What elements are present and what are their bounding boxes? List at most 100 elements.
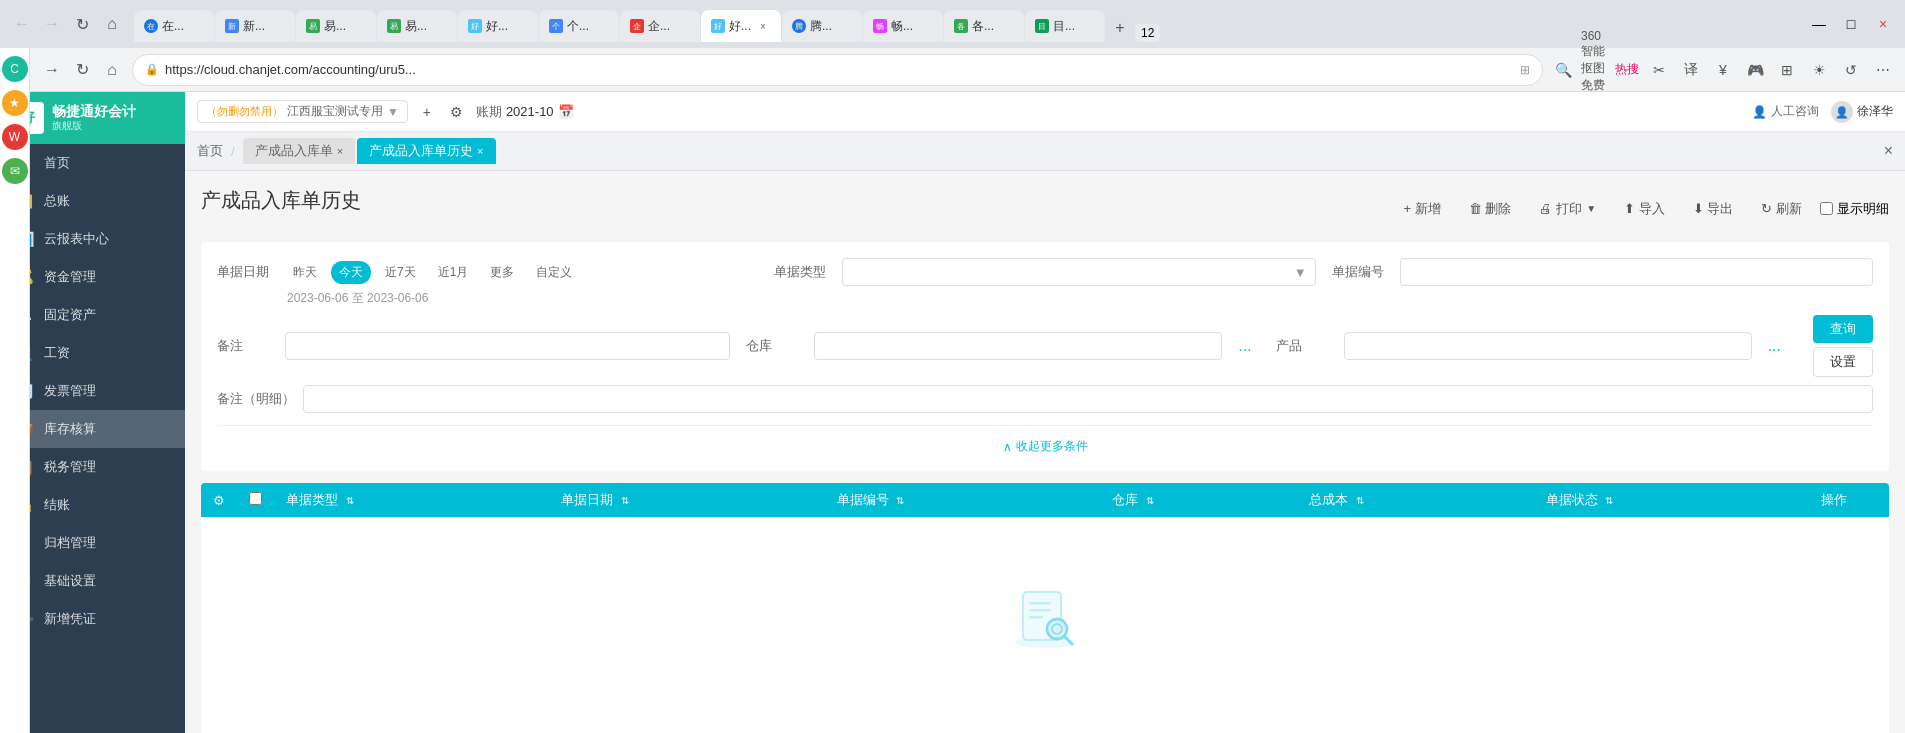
tab-8-close[interactable]: × <box>755 18 771 34</box>
toolbar-refresh[interactable]: ↻ <box>68 56 96 84</box>
header-type[interactable]: 单据类型 ⇅ <box>274 483 549 517</box>
header-date[interactable]: 单据日期 ⇅ <box>549 483 824 517</box>
date-filters: 昨天 今天 近7天 近1月 更多 自定义 <box>285 261 580 284</box>
show-fields-input[interactable] <box>1820 202 1833 215</box>
new-btn[interactable]: + 新增 <box>1393 196 1450 222</box>
window-minimize[interactable]: — <box>1805 10 1833 38</box>
tab-3[interactable]: 易 易... <box>296 10 376 42</box>
tab-10[interactable]: 畅 畅... <box>863 10 943 42</box>
tab-2[interactable]: 新 新... <box>215 10 295 42</box>
grid-icon[interactable]: ⊞ <box>1773 56 1801 84</box>
window-close[interactable]: × <box>1869 10 1897 38</box>
print-btn[interactable]: 🖨 打印 ▼ <box>1529 196 1606 222</box>
tab-9[interactable]: 腾 腾... <box>782 10 862 42</box>
date-sort-icon: ⇅ <box>621 495 629 506</box>
type-dropdown[interactable]: ▼ <box>842 258 1315 286</box>
close-all-btn[interactable]: × <box>1884 142 1893 160</box>
breadcrumb-home[interactable]: 首页 <box>197 142 223 160</box>
window-maximize[interactable]: □ <box>1837 10 1865 38</box>
toolbar-forward[interactable]: → <box>38 56 66 84</box>
reload-button[interactable]: ↻ <box>68 10 96 38</box>
scissors-icon[interactable]: ✂ <box>1645 56 1673 84</box>
empty-cell <box>201 517 1889 733</box>
filter-more[interactable]: 更多 <box>482 261 522 284</box>
company-settings-btn[interactable]: ⚙ <box>446 101 468 123</box>
header-settings[interactable]: ⚙ <box>201 483 237 517</box>
forward-button[interactable]: → <box>38 10 66 38</box>
top-bar-right: 👤 人工咨询 👤 徐泽华 <box>1752 101 1893 123</box>
translate-icon[interactable]: 译 <box>1677 56 1705 84</box>
ext-social-icon[interactable]: W <box>2 124 28 150</box>
header-number[interactable]: 单据编号 ⇅ <box>825 483 1100 517</box>
header-checkbox[interactable] <box>237 483 274 517</box>
search-btn[interactable]: 🔍 <box>1549 56 1577 84</box>
tab-7[interactable]: 企 企... <box>620 10 700 42</box>
logo-sub: 旗舰版 <box>52 119 136 133</box>
query-buttons: 查询 设置 <box>1813 315 1873 377</box>
ext-email-icon[interactable]: ✉ <box>2 158 28 184</box>
product-input[interactable] <box>1344 332 1752 360</box>
number-input[interactable] <box>1400 258 1873 286</box>
hot-search-label[interactable]: 热搜 <box>1613 56 1641 84</box>
search-row-2: 备注 仓库 ... 产品 ... <box>217 315 1873 377</box>
filter-custom[interactable]: 自定义 <box>528 261 580 284</box>
detail-remark-input[interactable] <box>303 385 1873 413</box>
top-bar: （勿删勿禁用） 江西服宝测试专用 ▼ + ⚙ 账期 2021-10 📅 👤 人工… <box>185 92 1905 132</box>
tab-1[interactable]: 在 在... <box>134 10 214 42</box>
add-company-btn[interactable]: + <box>416 101 438 123</box>
import-btn[interactable]: ⬆ 导入 <box>1614 196 1675 222</box>
header-warehouse[interactable]: 仓库 ⇅ <box>1100 483 1297 517</box>
home-button[interactable]: ⌂ <box>98 10 126 38</box>
toolbar-home[interactable]: ⌂ <box>98 56 126 84</box>
tab-11[interactable]: 各 各... <box>944 10 1024 42</box>
show-fields-checkbox[interactable]: 显示明细 <box>1820 200 1889 218</box>
company-selector[interactable]: （勿删勿禁用） 江西服宝测试专用 ▼ <box>197 100 408 123</box>
tab-voucher-list[interactable]: 产成品入库单 × <box>243 138 355 164</box>
warehouse-label: 仓库 <box>746 337 806 355</box>
address-dropdown[interactable]: ⊞ <box>1520 63 1530 77</box>
browser-more-icon[interactable]: ⋯ <box>1869 56 1897 84</box>
collapse-btn[interactable]: ∧ 收起更多条件 <box>1003 438 1088 455</box>
header-operation: 操作 <box>1809 483 1889 517</box>
browser-refresh-icon[interactable]: ↺ <box>1837 56 1865 84</box>
tab-voucher-history[interactable]: 产成品入库单历史 × <box>357 138 495 164</box>
filter-today[interactable]: 今天 <box>331 261 371 284</box>
address-bar[interactable]: 🔒 https://cloud.chanjet.com/accounting/u… <box>132 54 1543 86</box>
remark-input[interactable] <box>285 332 730 360</box>
main-content: （勿删勿禁用） 江西服宝测试专用 ▼ + ⚙ 账期 2021-10 📅 👤 人工… <box>185 92 1905 733</box>
refresh-btn[interactable]: ↻ 刷新 <box>1751 196 1812 222</box>
export-btn[interactable]: ⬇ 导出 <box>1683 196 1744 222</box>
tab-5[interactable]: 好 好... <box>458 10 538 42</box>
tab-12[interactable]: 目 目... <box>1025 10 1105 42</box>
tab-6[interactable]: 个 个... <box>539 10 619 42</box>
remark-label: 备注 <box>217 337 277 355</box>
ext-chanjet-icon[interactable]: C <box>2 56 28 82</box>
game-icon[interactable]: 🎮 <box>1741 56 1769 84</box>
yuan-icon[interactable]: ¥ <box>1709 56 1737 84</box>
user-service-btn[interactable]: 👤 人工咨询 <box>1752 103 1819 120</box>
filter-1month[interactable]: 近1月 <box>430 261 477 284</box>
user-avatar[interactable]: 👤 徐泽华 <box>1831 101 1893 123</box>
warehouse-input[interactable] <box>814 332 1222 360</box>
tab-8[interactable]: 好 好... × <box>701 10 781 42</box>
sun-icon[interactable]: ☀ <box>1805 56 1833 84</box>
filter-yesterday[interactable]: 昨天 <box>285 261 325 284</box>
filter-7days[interactable]: 近7天 <box>377 261 424 284</box>
header-status[interactable]: 单据状态 ⇅ <box>1534 483 1809 517</box>
settings-btn[interactable]: 设置 <box>1813 347 1873 377</box>
ext-star-icon[interactable]: ★ <box>2 90 28 116</box>
print-icon: 🖨 <box>1539 201 1552 216</box>
warehouse-more-icon[interactable]: ... <box>1238 337 1251 355</box>
query-btn[interactable]: 查询 <box>1813 315 1873 343</box>
back-button[interactable]: ← <box>8 10 36 38</box>
tab-4[interactable]: 易 易... <box>377 10 457 42</box>
header-checkbox-input[interactable] <box>249 492 262 505</box>
new-tab-button[interactable]: + <box>1106 14 1134 42</box>
product-more-icon[interactable]: ... <box>1768 337 1781 355</box>
tab-voucher-history-close[interactable]: × <box>477 145 483 157</box>
browser-chrome: ← → ↻ ⌂ 在 在... 新 新... 易 易... 易 易... 好 好.… <box>0 0 1905 48</box>
tab-voucher-list-close[interactable]: × <box>337 145 343 157</box>
delete-btn[interactable]: 🗑 删除 <box>1459 196 1522 222</box>
header-total-cost[interactable]: 总成本 ⇅ <box>1297 483 1533 517</box>
calendar-icon[interactable]: 📅 <box>558 104 574 119</box>
